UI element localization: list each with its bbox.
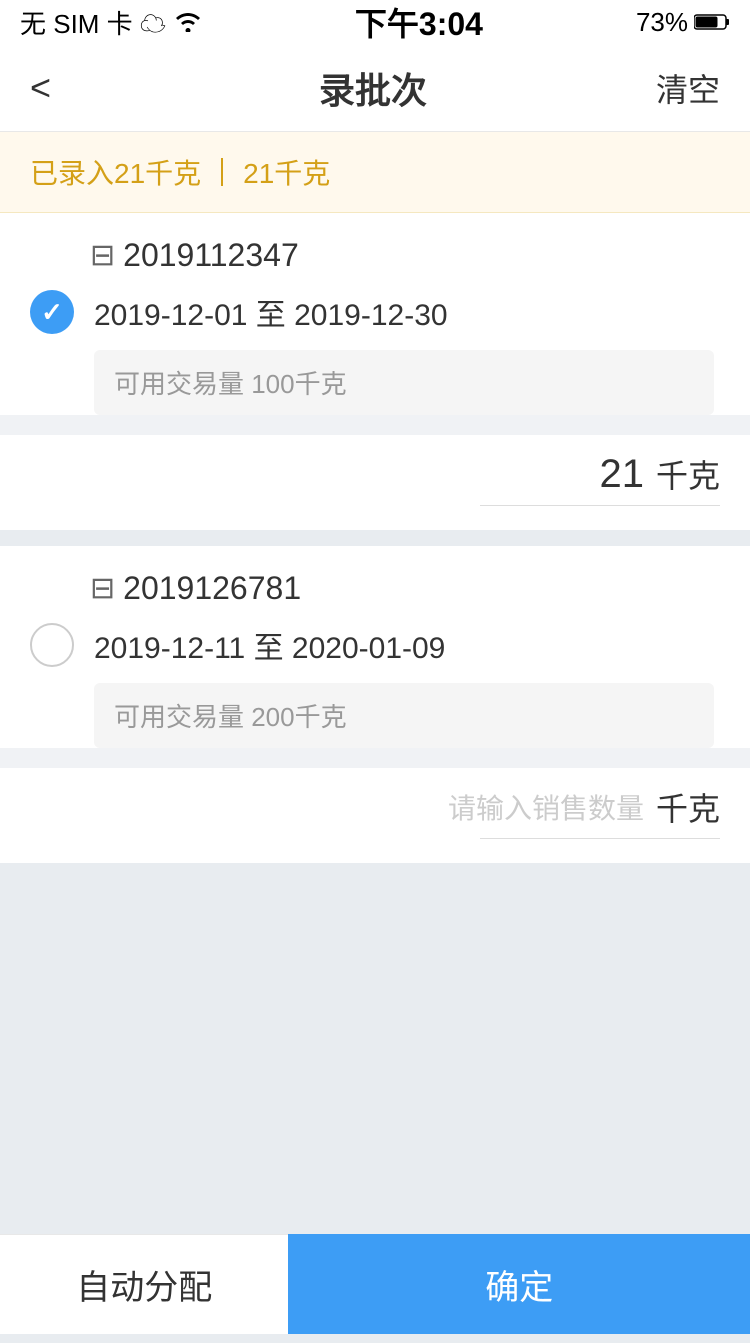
input-qty-inner: 千克: [30, 784, 720, 830]
bottom-bar: 自动分配 确定: [0, 1234, 750, 1334]
batch-date-row-1[interactable]: ✓ 2019-12-01 至 2019-12-30: [30, 290, 720, 334]
wifi-icon: [174, 12, 202, 32]
recorded-label: 已录入21千克: [30, 152, 201, 192]
radio-unchecked-2[interactable]: [30, 623, 74, 667]
card-divider: [0, 530, 750, 546]
back-button[interactable]: <: [30, 67, 90, 109]
page-title: 录批次: [319, 62, 427, 114]
status-left: 无 SIM 卡 ☁: [20, 4, 202, 41]
nav-bar: < 录批次 清空: [0, 44, 750, 132]
radio-checked-1[interactable]: ✓: [30, 290, 74, 334]
info-divider: [221, 158, 223, 186]
batch-item-2: ⊟ 2019126781 2019-12-11 至 2020-01-09 可用交…: [0, 546, 750, 748]
quantity-container-1: 21 千克: [0, 435, 750, 530]
confirm-button[interactable]: 确定: [288, 1234, 750, 1334]
batch-item-1: ⊟ 2019112347 ✓ 2019-12-01 至 2019-12-30 可…: [0, 213, 750, 415]
battery-percent: 73%: [636, 7, 688, 38]
batch-id-row-1: ⊟ 2019112347: [30, 237, 720, 274]
quantity-display-1: 21 千克: [30, 451, 720, 497]
quantity-unit-1: 千克: [656, 451, 720, 497]
batch-id-1: 2019112347: [123, 237, 299, 274]
batch-date-1: 2019-12-01 至 2019-12-30: [94, 290, 448, 334]
available-row-1: 可用交易量 100千克: [94, 350, 720, 415]
batch-icon-1: ⊟: [90, 238, 115, 273]
quantity-value-1: 21: [599, 452, 644, 497]
checkmark-1: ✓: [41, 297, 63, 328]
clear-button[interactable]: 清空: [656, 65, 720, 111]
recorded-value: 21千克: [243, 152, 330, 192]
batch-id-row-2: ⊟ 2019126781: [30, 570, 720, 607]
separator-1: [480, 505, 720, 506]
batch-icon-2: ⊟: [90, 571, 115, 606]
battery-icon: [694, 13, 730, 31]
info-banner: 已录入21千克 21千克: [0, 132, 750, 213]
sim-label: 无 SIM 卡 ☁: [20, 4, 166, 41]
separator-2: [480, 838, 720, 839]
available-row-2: 可用交易量 200千克: [94, 683, 720, 748]
available-box-1: 可用交易量 100千克: [94, 350, 714, 415]
batch-id-2: 2019126781: [123, 570, 301, 607]
available-box-2: 可用交易量 200千克: [94, 683, 714, 748]
status-bar: 无 SIM 卡 ☁ 下午3:04 73%: [0, 0, 750, 44]
quantity-input-2[interactable]: [364, 789, 644, 826]
input-quantity-row-2: 千克: [0, 768, 750, 863]
qty-unit-2: 千克: [656, 784, 720, 830]
batch-date-2: 2019-12-11 至 2020-01-09: [94, 623, 445, 667]
auto-distribute-button[interactable]: 自动分配: [0, 1234, 288, 1334]
status-right: 73%: [636, 7, 730, 38]
batch-date-row-2[interactable]: 2019-12-11 至 2020-01-09: [30, 623, 720, 667]
status-time: 下午3:04: [355, 0, 483, 45]
